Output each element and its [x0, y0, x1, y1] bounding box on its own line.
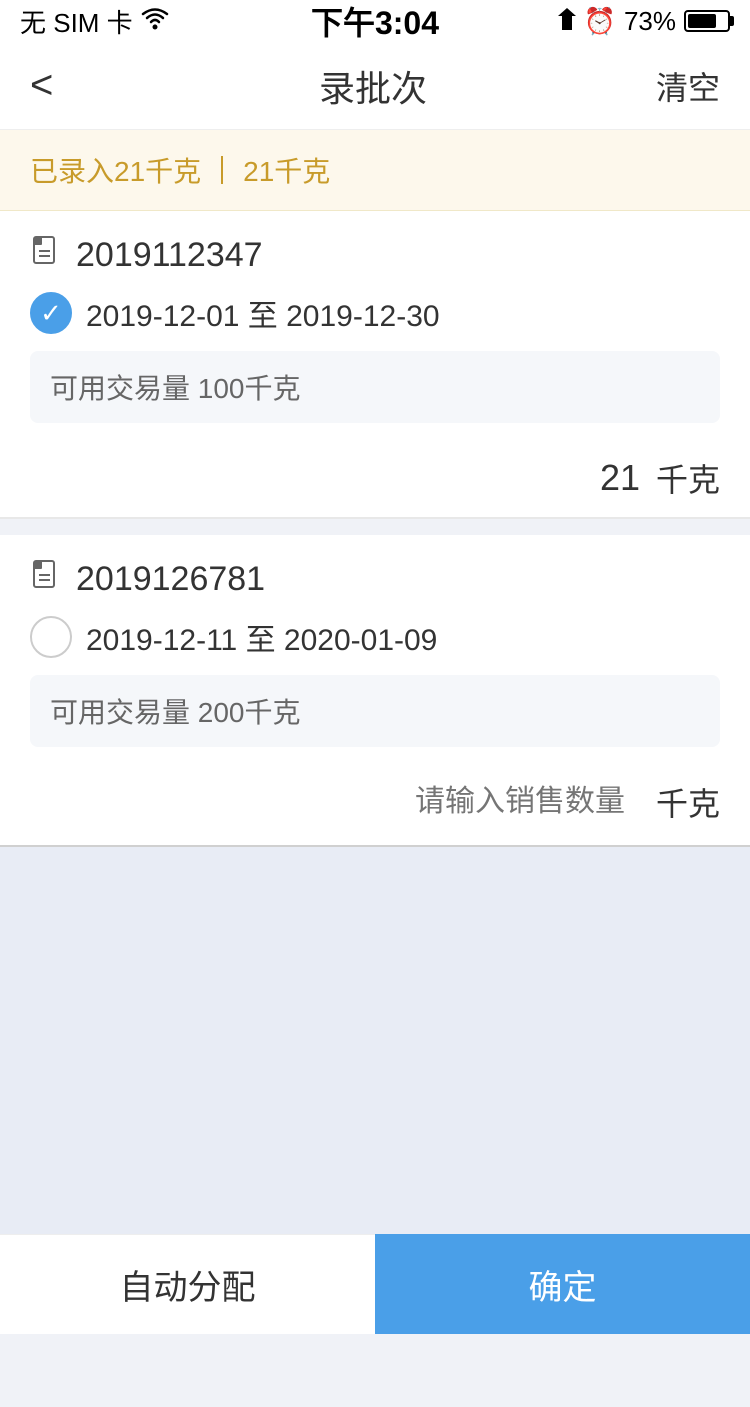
wifi-icon	[141, 6, 169, 37]
no-sim-text: 无 SIM 卡	[20, 3, 133, 40]
nav-bar: < 录批次 清空	[0, 42, 750, 130]
input-unit-2: 千克	[656, 779, 720, 825]
batch-date-row-1[interactable]: ✓ 2019-12-01 至 2019-12-30	[0, 283, 750, 343]
summary-label: 已录入21千克	[30, 150, 201, 190]
summary-bar: 已录入21千克 21千克	[0, 130, 750, 211]
confirm-button[interactable]: 确定	[375, 1234, 750, 1334]
batch-date-row-2[interactable]: 2019-12-11 至 2020-01-09	[0, 607, 750, 667]
status-time: 下午3:04	[311, 0, 439, 44]
status-right: ⏰ 73%	[558, 6, 730, 37]
alarm-icon: ⏰	[584, 6, 616, 37]
quantity-row-1: 21 千克	[0, 439, 750, 519]
batch-header-1: 2019112347	[0, 211, 750, 283]
status-left: 无 SIM 卡	[20, 3, 169, 40]
batch-header-2: 2019126781	[0, 535, 750, 607]
footer: 自动分配 确定	[0, 1234, 750, 1334]
summary-divider	[221, 156, 223, 184]
batch-item-1: 2019112347 ✓ 2019-12-01 至 2019-12-30 可用交…	[0, 211, 750, 519]
batch-date-2: 2019-12-11 至 2020-01-09	[86, 615, 437, 659]
page-title: 录批次	[319, 60, 427, 112]
battery-icon	[684, 10, 730, 32]
summary-value: 21千克	[243, 150, 330, 190]
batch-availability-2: 可用交易量 200千克	[30, 675, 720, 747]
location-icon	[558, 6, 576, 37]
batch-doc-icon-1	[30, 235, 62, 275]
radio-2[interactable]	[30, 616, 72, 658]
quantity-input-2[interactable]	[340, 785, 640, 819]
back-button[interactable]: <	[30, 63, 90, 108]
content: 已录入21千克 21千克 2019112347 ✓ 2019-12-01 至 2…	[0, 130, 750, 1407]
batch-date-1: 2019-12-01 至 2019-12-30	[86, 291, 440, 335]
clear-button[interactable]: 清空	[656, 63, 720, 109]
batch-item-2: 2019126781 2019-12-11 至 2020-01-09 可用交易量…	[0, 535, 750, 847]
check-icon-1: ✓	[40, 298, 62, 329]
battery-percent: 73%	[624, 6, 676, 37]
batch-doc-icon-2	[30, 559, 62, 599]
quantity-value-1: 21	[600, 457, 640, 499]
auto-distribute-button[interactable]: 自动分配	[0, 1234, 375, 1334]
batch-id-2: 2019126781	[76, 560, 265, 599]
input-row-2: 千克	[0, 763, 750, 847]
quantity-unit-1: 千克	[656, 455, 720, 501]
batch-availability-1: 可用交易量 100千克	[30, 351, 720, 423]
radio-1[interactable]: ✓	[30, 292, 72, 334]
status-bar: 无 SIM 卡 下午3:04 ⏰ 73%	[0, 0, 750, 42]
batch-id-1: 2019112347	[76, 236, 263, 275]
